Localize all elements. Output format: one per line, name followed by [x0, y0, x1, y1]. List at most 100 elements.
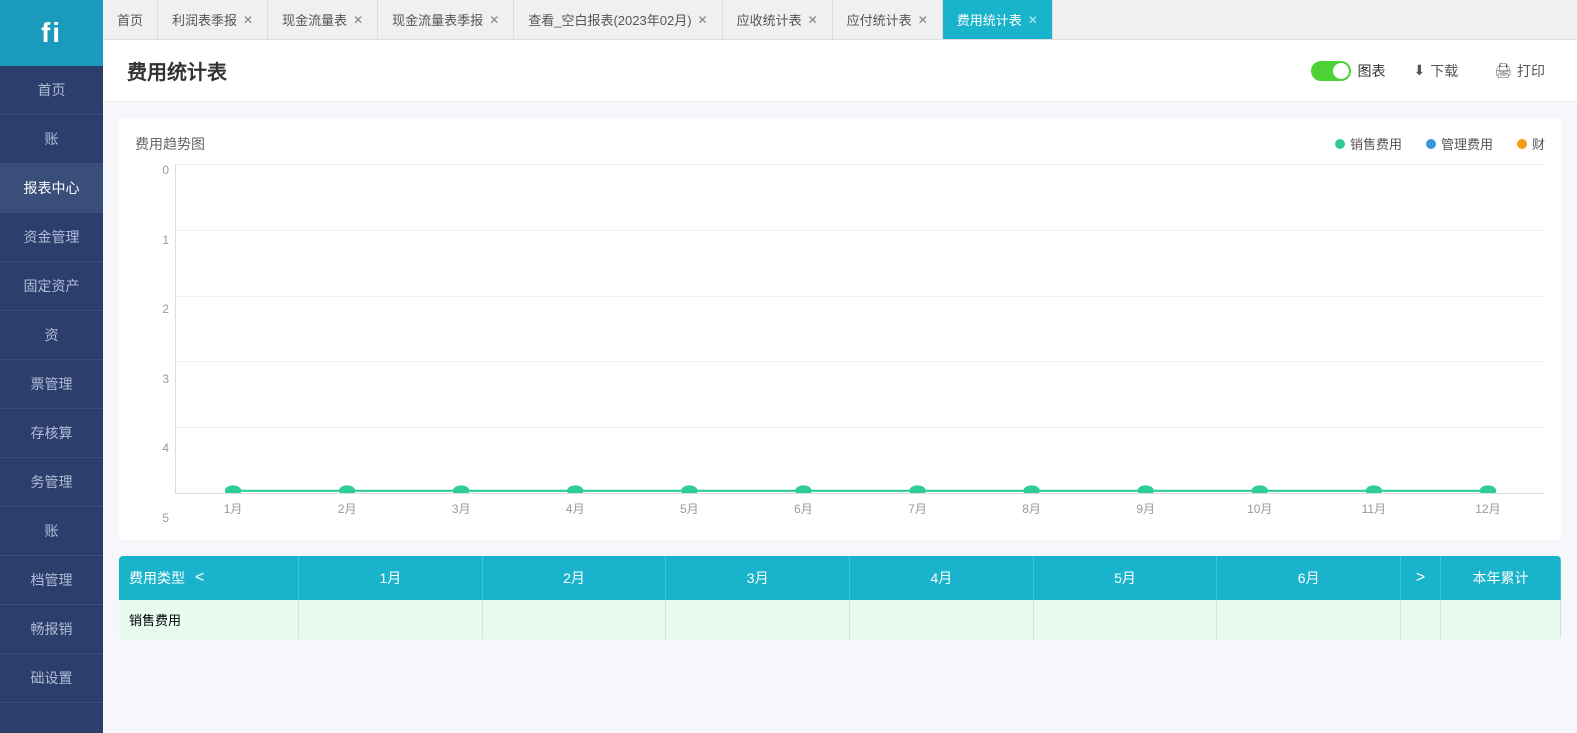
x-label-dec: 12月 [1431, 500, 1545, 517]
sidebar: fi 首页 账 报表中心 资金管理 固定资产 资 票管理 存核算 务管理 账 档… [0, 0, 103, 733]
x-label-jul: 7月 [860, 500, 974, 517]
download-icon: ⬇ [1413, 62, 1425, 79]
legend-dot-sales [1335, 139, 1345, 149]
x-label-jan: 1月 [176, 500, 290, 517]
sidebar-logo: fi [0, 0, 103, 66]
th-month-2: 2月 [483, 556, 667, 600]
sidebar-item-resource[interactable]: 资 [0, 311, 103, 360]
header-actions: 图表 ⬇ 下载 🖨 打印 [1311, 57, 1553, 85]
main-area: 首页 利润表季报 ✕ 现金流量表 ✕ 现金流量表季报 ✕ 查看_空白报表(202… [103, 0, 1577, 733]
sidebar-item-services[interactable]: 务管理 [0, 458, 103, 507]
y-label-4: 4 [135, 442, 169, 454]
page-header: 费用统计表 图表 ⬇ 下载 🖨 打印 [103, 40, 1577, 102]
x-label-oct: 10月 [1203, 500, 1317, 517]
td-spacer [1401, 600, 1441, 639]
td-type-sales: 销售费用 [119, 600, 299, 639]
sidebar-item-ledger[interactable]: 账 [0, 507, 103, 556]
chart-toggle-label: 图表 [1357, 61, 1385, 81]
table-row: 销售费用 [119, 600, 1561, 640]
x-label-aug: 8月 [975, 500, 1089, 517]
sidebar-item-reports[interactable]: 报表中心 [0, 164, 103, 213]
th-total: 本年累计 [1441, 556, 1561, 600]
y-label-3: 3 [135, 373, 169, 385]
content-area: 费用统计表 图表 ⬇ 下载 🖨 打印 费用趋势图 [103, 40, 1577, 733]
sidebar-item-invoice[interactable]: 票管理 [0, 360, 103, 409]
td-m3 [666, 600, 850, 639]
legend-label-admin: 管理费用 [1441, 134, 1493, 153]
legend-dot-admin [1426, 139, 1436, 149]
tab-close-cashflow[interactable]: ✕ [353, 14, 363, 26]
download-button[interactable]: ⬇ 下载 [1405, 57, 1466, 85]
y-label-2: 2 [135, 303, 169, 315]
page-title: 费用统计表 [127, 56, 227, 85]
tab-receivable[interactable]: 应收统计表 ✕ [723, 0, 833, 39]
tab-home[interactable]: 首页 [103, 0, 158, 39]
th-next-arrow: > [1401, 556, 1441, 600]
chart-svg [176, 164, 1545, 493]
table-section: 费用类型 < 1月 2月 3月 4月 5月 6月 > 本年累计 销售费用 [119, 556, 1561, 640]
tab-cashflow[interactable]: 现金流量表 ✕ [268, 0, 378, 39]
print-button[interactable]: 🖨 打印 [1486, 57, 1553, 85]
td-m5 [1034, 600, 1218, 639]
chart-title: 费用趋势图 [135, 134, 205, 154]
legend-label-finance: 财 [1532, 134, 1545, 153]
th-type: 费用类型 < [119, 556, 299, 600]
tab-bar: 首页 利润表季报 ✕ 现金流量表 ✕ 现金流量表季报 ✕ 查看_空白报表(202… [103, 0, 1577, 40]
print-icon: 🖨 [1494, 62, 1512, 79]
legend-sales: 销售费用 [1335, 134, 1402, 153]
sidebar-item-archive[interactable]: 档管理 [0, 556, 103, 605]
legend-label-sales: 销售费用 [1350, 134, 1402, 153]
y-label-0: 0 [135, 164, 169, 176]
td-m4 [850, 600, 1034, 639]
sidebar-item-expense[interactable]: 畅报销 [0, 605, 103, 654]
sidebar-item-account[interactable]: 账 [0, 115, 103, 164]
tab-payable[interactable]: 应付统计表 ✕ [833, 0, 943, 39]
table-header: 费用类型 < 1月 2月 3月 4月 5月 6月 > 本年累计 [119, 556, 1561, 600]
x-axis: 1月 2月 3月 4月 5月 6月 7月 8月 9月 10月 11月 12月 [176, 500, 1545, 517]
legend-finance: 财 [1517, 134, 1545, 153]
sidebar-item-funds[interactable]: 资金管理 [0, 213, 103, 262]
chart-toggle-wrap: 图表 [1311, 61, 1385, 81]
sidebar-item-inventory[interactable]: 存核算 [0, 409, 103, 458]
tab-cashflow-quarterly[interactable]: 现金流量表季报 ✕ [378, 0, 514, 39]
chart-container: 5 4 3 2 1 0 [135, 164, 1545, 524]
chart-legend: 销售费用 管理费用 财 [1335, 134, 1545, 153]
tab-expense-stats[interactable]: 费用统计表 ✕ [943, 0, 1053, 39]
td-m2 [483, 600, 667, 639]
y-axis: 5 4 3 2 1 0 [135, 164, 175, 524]
prev-month-arrow[interactable]: < [191, 569, 208, 587]
tab-blank-report[interactable]: 查看_空白报表(2023年02月) ✕ [514, 0, 722, 39]
tab-close-receivable[interactable]: ✕ [808, 14, 818, 26]
y-label-5: 5 [135, 512, 169, 524]
legend-dot-finance [1517, 139, 1527, 149]
next-month-arrow[interactable]: > [1412, 569, 1429, 587]
x-label-may: 5月 [632, 500, 746, 517]
tab-close-expense-stats[interactable]: ✕ [1028, 14, 1038, 26]
x-label-jun: 6月 [746, 500, 860, 517]
sidebar-item-settings[interactable]: 础设置 [0, 654, 103, 703]
chart-toggle[interactable] [1311, 61, 1351, 81]
td-total [1441, 600, 1561, 639]
th-month-5: 5月 [1034, 556, 1218, 600]
th-month-6: 6月 [1217, 556, 1401, 600]
x-label-sep: 9月 [1089, 500, 1203, 517]
tab-close-cashflow-quarterly[interactable]: ✕ [489, 14, 499, 26]
chart-inner: 1月 2月 3月 4月 5月 6月 7月 8月 9月 10月 11月 12月 [175, 164, 1545, 494]
th-month-1: 1月 [299, 556, 483, 600]
th-month-3: 3月 [666, 556, 850, 600]
tab-close-payable[interactable]: ✕ [918, 14, 928, 26]
td-m6 [1217, 600, 1401, 639]
tab-close-profit-quarterly[interactable]: ✕ [243, 14, 253, 26]
x-label-mar: 3月 [404, 500, 518, 517]
th-month-4: 4月 [850, 556, 1034, 600]
x-label-feb: 2月 [290, 500, 404, 517]
legend-admin: 管理费用 [1426, 134, 1493, 153]
tab-profit-quarterly[interactable]: 利润表季报 ✕ [158, 0, 268, 39]
td-m1 [299, 600, 483, 639]
sidebar-item-assets[interactable]: 固定资产 [0, 262, 103, 311]
tab-close-blank-report[interactable]: ✕ [698, 14, 708, 26]
x-label-nov: 11月 [1317, 500, 1431, 517]
chart-section: 费用趋势图 销售费用 管理费用 财 [119, 118, 1561, 540]
sidebar-item-home[interactable]: 首页 [0, 66, 103, 115]
y-label-1: 1 [135, 234, 169, 246]
